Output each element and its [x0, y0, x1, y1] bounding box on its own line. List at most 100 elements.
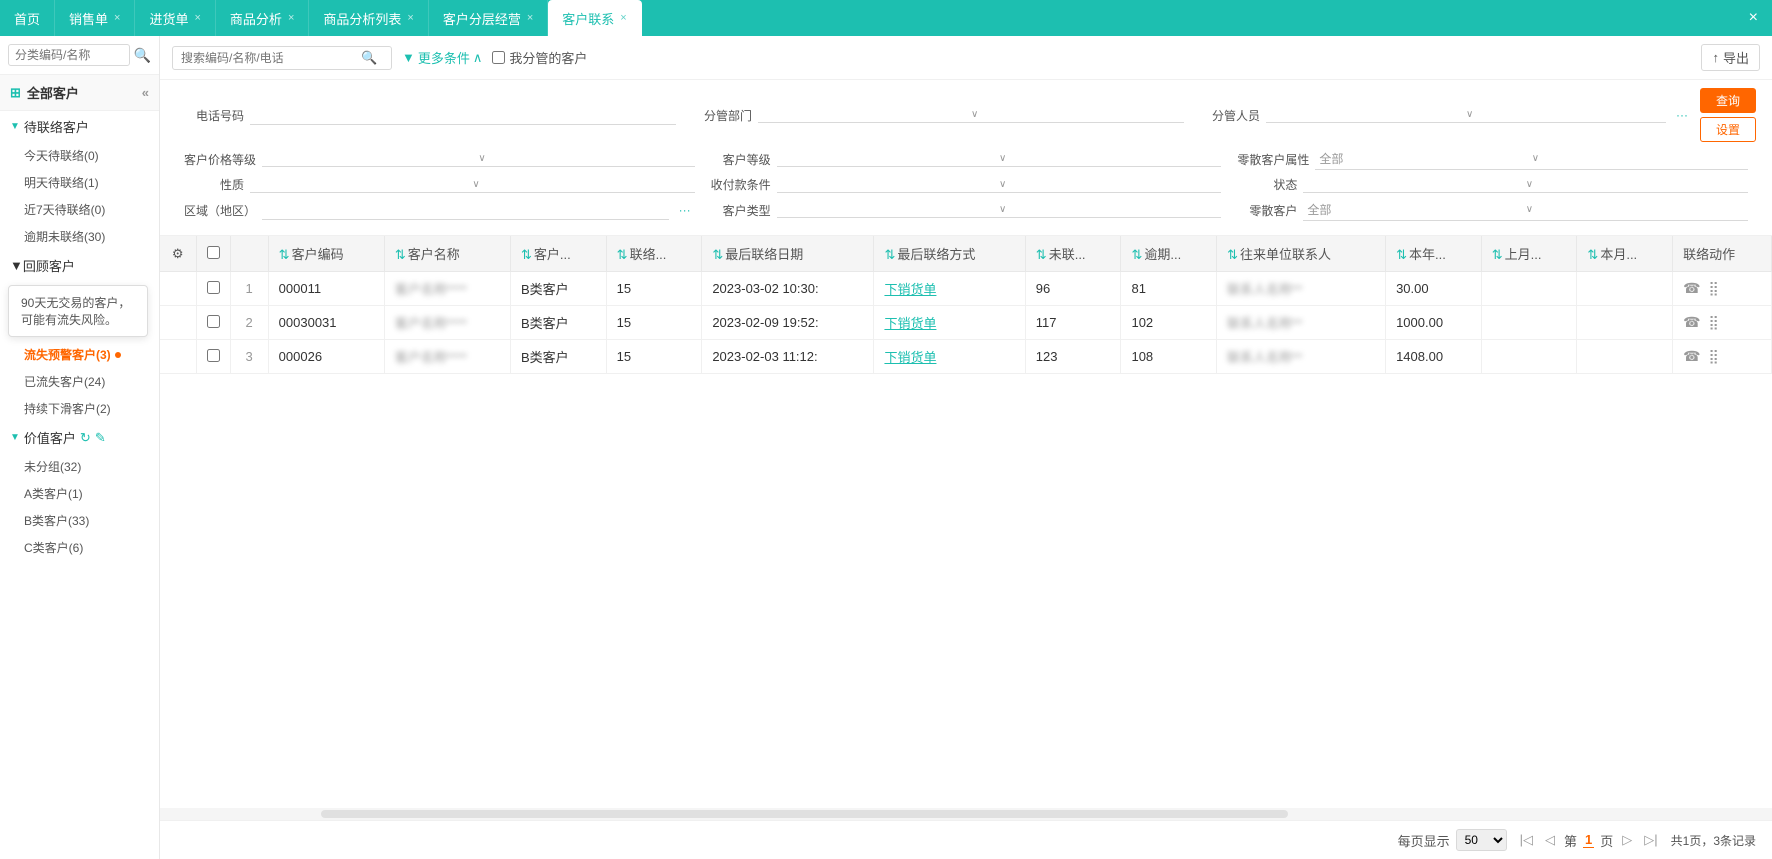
col-contact[interactable]: ⇅联络...	[606, 236, 702, 272]
col-name[interactable]: ⇅客户名称	[384, 236, 510, 272]
row-no-contact: 96	[1025, 272, 1121, 306]
sidebar-group-value-title[interactable]: ▼ 价值客户 ↻ ✎	[0, 422, 159, 453]
sidebar-item-declining[interactable]: 持续下滑客户(2)	[0, 395, 159, 422]
tab-close-customer-layer[interactable]: ×	[527, 12, 533, 24]
col-this-year[interactable]: ⇅本年...	[1386, 236, 1482, 272]
row-last-way[interactable]: 下销货单	[874, 272, 1025, 306]
col-checkbox[interactable]	[196, 236, 230, 272]
action-more-icon[interactable]: ⣿	[1709, 280, 1719, 297]
more-filter-btn[interactable]: ▼ 更多条件 ∧	[402, 48, 482, 67]
query-button[interactable]: 查询	[1700, 88, 1756, 113]
page-size-select[interactable]: 50 100	[1456, 829, 1507, 851]
row-action: ☎ ⣿	[1673, 306, 1772, 340]
col-type[interactable]: ⇅客户...	[510, 236, 606, 272]
window-close-button[interactable]: ×	[1735, 9, 1772, 27]
row-checkbox[interactable]	[196, 306, 230, 340]
sidebar-item-overdue[interactable]: 逾期未联络(30)	[0, 223, 159, 250]
filter-status-select[interactable]: ∨	[1303, 177, 1748, 193]
tab-close-analysis[interactable]: ×	[288, 12, 294, 24]
col-last-date[interactable]: ⇅最后联络日期	[702, 236, 874, 272]
sidebar-all-customers[interactable]: ⊞ 全部客户 «	[0, 75, 159, 111]
my-customer-checkbox[interactable]	[492, 51, 505, 64]
tab-close-analysis-list[interactable]: ×	[407, 12, 413, 24]
refresh-icon[interactable]: ↻	[80, 430, 91, 446]
action-more-icon[interactable]: ⣿	[1709, 314, 1719, 331]
prev-page-btn[interactable]: ◁	[1542, 832, 1558, 848]
sidebar-item-7days[interactable]: 近7天待联络(0)	[0, 196, 159, 223]
tab-analysis-list[interactable]: 商品分析列表 ×	[309, 0, 428, 36]
filter-nature-select[interactable]: ∨	[250, 177, 695, 193]
filter-payment-select[interactable]: ∨	[777, 177, 1222, 193]
row-overdue: 108	[1121, 340, 1217, 374]
tab-customer-layer[interactable]: 客户分层经营 ×	[429, 0, 548, 36]
row-last-way[interactable]: 下销货单	[874, 306, 1025, 340]
tab-close-sales[interactable]: ×	[114, 12, 120, 24]
filter-customer-level-select[interactable]: ∨	[777, 151, 1222, 167]
search-input[interactable]	[181, 51, 361, 65]
tab-purchase[interactable]: 进货单 ×	[135, 0, 215, 36]
row-checkbox[interactable]	[196, 272, 230, 306]
row-last-way[interactable]: 下销货单	[874, 340, 1025, 374]
sidebar-search-input[interactable]	[8, 44, 130, 66]
col-gear[interactable]: ⚙	[160, 236, 196, 272]
filter-price-level-select[interactable]: ∨	[262, 151, 695, 167]
filter-region-input[interactable]	[262, 201, 669, 220]
col-related-person[interactable]: ⇅往来单位联系人	[1217, 236, 1386, 272]
action-phone-icon[interactable]: ☎	[1683, 348, 1700, 365]
region-ellipsis[interactable]: ···	[675, 203, 695, 217]
tab-analysis[interactable]: 商品分析 ×	[216, 0, 309, 36]
filter-retail-customer-select[interactable]: 全部 ∨	[1303, 199, 1748, 221]
sidebar-item-today[interactable]: 今天待联络(0)	[0, 142, 159, 169]
row-checkbox[interactable]	[196, 340, 230, 374]
col-this-month[interactable]: ⇅本月...	[1577, 236, 1673, 272]
filter-price-level-label: 客户价格等级	[184, 151, 256, 168]
person-ellipsis[interactable]: ···	[1672, 108, 1692, 122]
horizontal-scrollbar[interactable]	[160, 808, 1772, 820]
first-page-btn[interactable]: |◁	[1517, 832, 1536, 848]
row-type: B类客户	[510, 272, 606, 306]
next-page-btn[interactable]: ▷	[1619, 832, 1635, 848]
sidebar-item-churn-warning[interactable]: 流失预警客户(3)	[0, 341, 159, 368]
filter-person-select[interactable]: ∨	[1266, 107, 1666, 123]
arrow-icon2: ▼	[10, 258, 23, 273]
action-phone-icon[interactable]: ☎	[1683, 314, 1700, 331]
filter-customer-type-select[interactable]: ∨	[777, 202, 1222, 218]
select-all-checkbox[interactable]	[207, 246, 220, 259]
filter-person: 分管人员 ∨ ···	[1192, 107, 1700, 124]
filter-phone-input[interactable]	[250, 106, 676, 125]
col-code[interactable]: ⇅客户编码	[268, 236, 384, 272]
tab-close-purchase[interactable]: ×	[194, 12, 200, 24]
sidebar-item-tomorrow[interactable]: 明天待联络(1)	[0, 169, 159, 196]
current-page[interactable]: 1	[1583, 832, 1594, 848]
tab-home[interactable]: 首页	[0, 0, 55, 36]
action-phone-icon[interactable]: ☎	[1683, 280, 1700, 297]
tab-sales[interactable]: 销售单 ×	[55, 0, 135, 36]
filter-retail-attr-select[interactable]: 全部 ∨	[1315, 148, 1748, 170]
col-last-month[interactable]: ⇅上月...	[1481, 236, 1577, 272]
sidebar-search-icon[interactable]: 🔍	[134, 47, 151, 64]
sidebar-item-ungrouped[interactable]: 未分组(32)	[0, 453, 159, 480]
sidebar-item-churned[interactable]: 已流失客户(24)	[0, 368, 159, 395]
edit-icon[interactable]: ✎	[95, 430, 106, 446]
filter-dept-select[interactable]: ∨	[758, 107, 1184, 123]
collapse-icon[interactable]: «	[142, 85, 149, 100]
sidebar-group-review-title[interactable]: ▼ 回顾客户	[0, 250, 159, 281]
col-last-way[interactable]: ⇅最后联络方式	[874, 236, 1025, 272]
col-overdue[interactable]: ⇅逾期...	[1121, 236, 1217, 272]
my-customer-checkbox-wrap[interactable]: 我分管的客户	[492, 48, 587, 67]
search-icon-main[interactable]: 🔍	[361, 50, 377, 66]
sidebar-group-pending-title[interactable]: ▼ 待联络客户	[0, 111, 159, 142]
sidebar-item-class-a[interactable]: A类客户(1)	[0, 480, 159, 507]
sidebar-item-class-b[interactable]: B类客户(33)	[0, 507, 159, 534]
col-no-contact[interactable]: ⇅未联...	[1025, 236, 1121, 272]
tab-close-customer-contact[interactable]: ×	[620, 12, 626, 24]
filter-row-2: 客户价格等级 ∨ 客户等级 ∨ 零散客户属性 全部	[176, 148, 1756, 170]
export-button[interactable]: ↑ 导出	[1701, 44, 1760, 71]
filter-payment: 收付款条件 ∨	[703, 176, 1230, 193]
last-page-btn[interactable]: ▷|	[1641, 832, 1660, 848]
tab-customer-contact[interactable]: 客户联系 ×	[548, 0, 641, 36]
row-code: 000026	[268, 340, 384, 374]
sidebar-item-class-c[interactable]: C类客户(6)	[0, 534, 159, 561]
settings-button[interactable]: 设置	[1700, 117, 1756, 142]
action-more-icon[interactable]: ⣿	[1709, 348, 1719, 365]
